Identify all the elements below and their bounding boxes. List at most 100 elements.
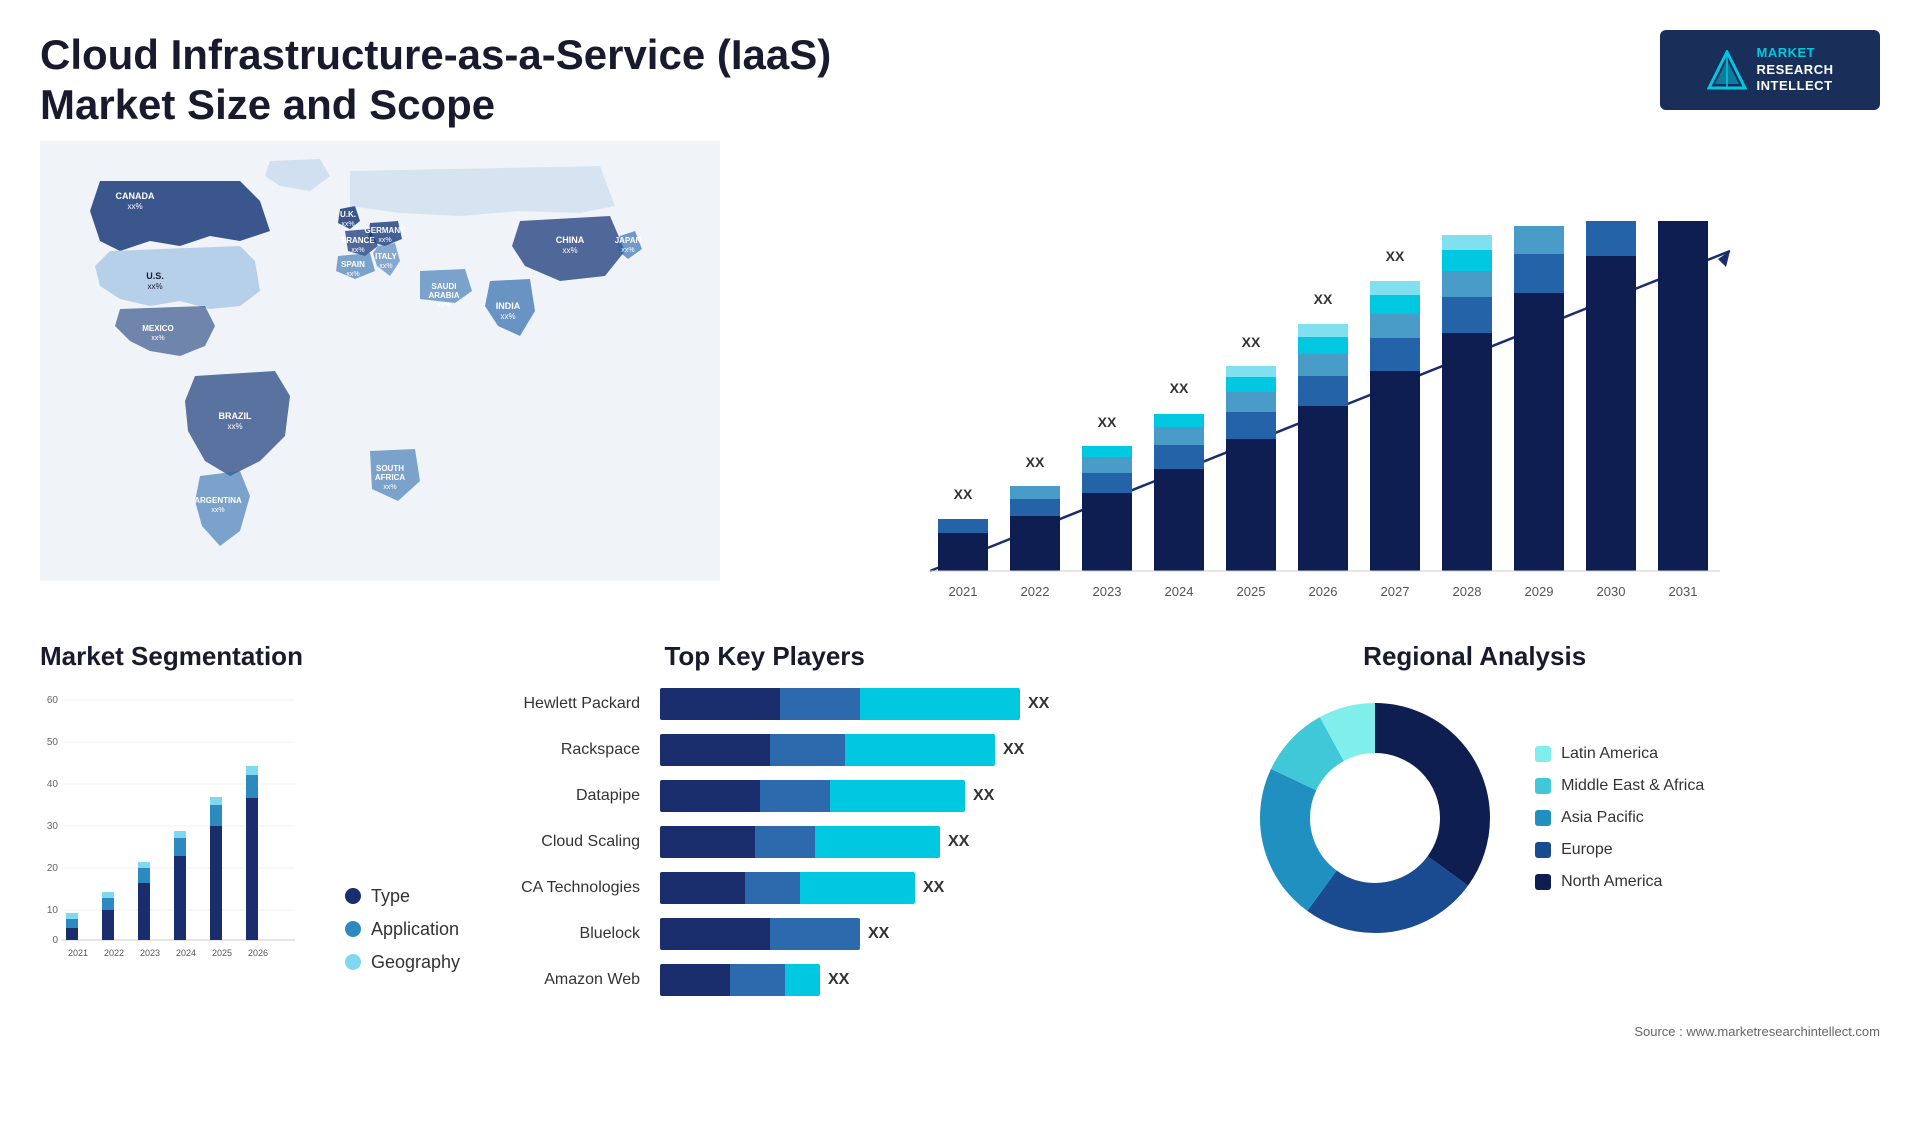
svg-text:xx%: xx% bbox=[151, 335, 164, 342]
bottom-row: Market Segmentation 60 50 40 30 20 10 0 bbox=[0, 621, 1920, 1020]
donut-chart bbox=[1245, 688, 1505, 948]
europe-dot bbox=[1535, 842, 1551, 858]
source-text: Source : www.marketresearchintellect.com bbox=[0, 1020, 1920, 1047]
player-name: CA Technologies bbox=[480, 879, 650, 897]
legend-type-label: Type bbox=[371, 886, 410, 907]
svg-text:XX: XX bbox=[954, 486, 973, 502]
player-name: Cloud Scaling bbox=[480, 833, 650, 851]
svg-text:2027: 2027 bbox=[1381, 584, 1410, 599]
player-bar bbox=[660, 688, 1020, 720]
player-bar-container: XX bbox=[660, 734, 1049, 766]
segmentation-section: Market Segmentation 60 50 40 30 20 10 0 bbox=[40, 641, 460, 1010]
asia-pacific-dot bbox=[1535, 810, 1551, 826]
svg-text:U.S.: U.S. bbox=[146, 271, 164, 281]
svg-text:xx%: xx% bbox=[562, 246, 577, 255]
player-bar bbox=[660, 872, 915, 904]
player-bar-container: XX bbox=[660, 826, 1049, 858]
logo-icon bbox=[1707, 50, 1747, 90]
legend-application-label: Application bbox=[371, 919, 459, 940]
svg-text:2028: 2028 bbox=[1453, 584, 1482, 599]
legend-middle-east-africa: Middle East & Africa bbox=[1535, 777, 1704, 795]
regional-legend: Latin America Middle East & Africa Asia … bbox=[1535, 745, 1704, 891]
svg-text:2026: 2026 bbox=[248, 948, 268, 958]
svg-text:xx%: xx% bbox=[341, 221, 354, 228]
europe-label: Europe bbox=[1561, 841, 1613, 859]
svg-text:2025: 2025 bbox=[1237, 584, 1266, 599]
segmentation-bar-chart: 60 50 40 30 20 10 0 bbox=[40, 688, 300, 968]
legend-geography-label: Geography bbox=[371, 952, 460, 973]
player-name: Amazon Web bbox=[480, 971, 650, 989]
svg-text:2026: 2026 bbox=[1309, 584, 1338, 599]
player-value: XX bbox=[868, 925, 889, 943]
player-row: Cloud Scaling XX bbox=[480, 826, 1049, 858]
logo-box: MARKET RESEARCH INTELLECT bbox=[1660, 30, 1880, 110]
svg-text:30: 30 bbox=[47, 821, 59, 832]
svg-text:U.K.: U.K. bbox=[340, 210, 356, 219]
seg-chart: 60 50 40 30 20 10 0 bbox=[40, 688, 325, 973]
player-value: XX bbox=[923, 879, 944, 897]
svg-text:2024: 2024 bbox=[1165, 584, 1194, 599]
bar-chart-section: XX 2021 XX 2022 XX 2023 XX 2024 bbox=[720, 141, 1880, 621]
svg-text:FRANCE: FRANCE bbox=[341, 236, 375, 245]
segmentation-title: Market Segmentation bbox=[40, 641, 460, 672]
player-value: XX bbox=[948, 833, 969, 851]
player-row: Hewlett Packard XX bbox=[480, 688, 1049, 720]
player-bar bbox=[660, 918, 860, 950]
regional-title: Regional Analysis bbox=[1069, 641, 1880, 672]
svg-text:10: 10 bbox=[47, 905, 59, 916]
player-row: Rackspace XX bbox=[480, 734, 1049, 766]
svg-text:XX: XX bbox=[1314, 291, 1333, 307]
player-value: XX bbox=[1003, 741, 1024, 759]
legend-north-america: North America bbox=[1535, 873, 1704, 891]
svg-text:XX: XX bbox=[1386, 248, 1405, 264]
legend-geography: Geography bbox=[345, 952, 460, 973]
asia-pacific-label: Asia Pacific bbox=[1561, 809, 1644, 827]
player-row: Datapipe XX bbox=[480, 780, 1049, 812]
donut-svg bbox=[1245, 688, 1505, 948]
svg-text:MEXICO: MEXICO bbox=[142, 324, 174, 333]
svg-text:50: 50 bbox=[47, 737, 59, 748]
svg-text:40: 40 bbox=[47, 779, 59, 790]
player-value: XX bbox=[1028, 695, 1049, 713]
legend-application: Application bbox=[345, 919, 460, 940]
north-america-label: North America bbox=[1561, 873, 1662, 891]
svg-text:JAPAN: JAPAN bbox=[615, 236, 642, 245]
player-name: Rackspace bbox=[480, 741, 650, 759]
player-row: Bluelock XX bbox=[480, 918, 1049, 950]
svg-text:XX: XX bbox=[1242, 334, 1261, 350]
svg-text:0: 0 bbox=[52, 935, 58, 946]
svg-text:SOUTH: SOUTH bbox=[376, 464, 404, 473]
player-bar-container: XX bbox=[660, 918, 1049, 950]
svg-text:2030: 2030 bbox=[1597, 584, 1626, 599]
legend-latin-america: Latin America bbox=[1535, 745, 1704, 763]
svg-text:GERMANY: GERMANY bbox=[365, 226, 407, 235]
seg-chart-container: 60 50 40 30 20 10 0 bbox=[40, 688, 460, 973]
svg-text:ITALY: ITALY bbox=[375, 252, 397, 261]
map-section: CANADA xx% U.S. xx% MEXICO xx% BRAZIL xx… bbox=[40, 141, 720, 621]
player-bar bbox=[660, 734, 995, 766]
svg-text:xx%: xx% bbox=[378, 237, 391, 244]
svg-text:2022: 2022 bbox=[1021, 584, 1050, 599]
player-row: Amazon Web XX bbox=[480, 964, 1049, 996]
svg-text:2025: 2025 bbox=[212, 948, 232, 958]
player-name: Hewlett Packard bbox=[480, 695, 650, 713]
svg-text:INDIA: INDIA bbox=[496, 301, 521, 311]
svg-text:2031: 2031 bbox=[1669, 584, 1698, 599]
svg-text:xx%: xx% bbox=[147, 282, 162, 291]
svg-text:2021: 2021 bbox=[949, 584, 978, 599]
latin-america-dot bbox=[1535, 746, 1551, 762]
header: Cloud Infrastructure-as-a-Service (IaaS)… bbox=[0, 0, 1920, 141]
application-dot bbox=[345, 921, 361, 937]
svg-text:SPAIN: SPAIN bbox=[341, 260, 365, 269]
geography-dot bbox=[345, 954, 361, 970]
svg-text:XX: XX bbox=[1170, 380, 1189, 396]
player-bar-container: XX bbox=[660, 688, 1049, 720]
player-bar-container: XX bbox=[660, 872, 1049, 904]
legend-europe: Europe bbox=[1535, 841, 1704, 859]
svg-text:20: 20 bbox=[47, 863, 59, 874]
svg-text:xx%: xx% bbox=[383, 484, 396, 491]
svg-text:XX: XX bbox=[1026, 454, 1045, 470]
player-bar bbox=[660, 964, 820, 996]
world-map: CANADA xx% U.S. xx% MEXICO xx% BRAZIL xx… bbox=[40, 141, 720, 581]
svg-text:SAUDI: SAUDI bbox=[432, 282, 457, 291]
